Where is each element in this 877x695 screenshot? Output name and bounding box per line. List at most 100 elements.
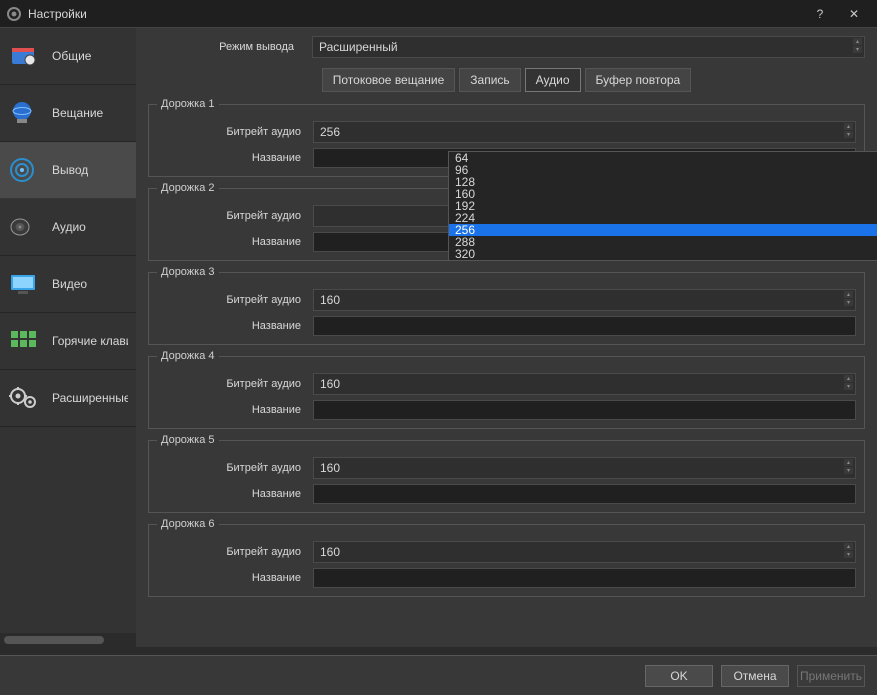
track-legend: Дорожка 5 xyxy=(157,434,219,446)
sidebar-item-label: Общие xyxy=(52,49,91,63)
track-4-bitrate-select[interactable]: 160 ▴▾ xyxy=(313,373,856,395)
bitrate-label: Битрейт аудио xyxy=(157,126,305,138)
output-mode-select[interactable]: Расширенный ▴▾ xyxy=(312,36,865,58)
output-tabs: Потоковое вещаниеЗаписьАудиоБуфер повтор… xyxy=(148,68,865,92)
track-legend: Дорожка 3 xyxy=(157,266,219,278)
track-4-name-input[interactable] xyxy=(313,400,856,420)
sidebar-item-label: Аудио xyxy=(52,220,86,234)
sidebar: Общие Вещание Вывод Аудио Видео Горячие клави… xyxy=(0,28,136,647)
output-mode-value: Расширенный xyxy=(319,40,398,54)
spin-up-icon: ▴ xyxy=(844,459,853,466)
track-legend: Дорожка 4 xyxy=(157,350,219,362)
bitrate-value: 256 xyxy=(320,125,340,139)
spin-up-icon: ▴ xyxy=(844,291,853,298)
bitrate-option[interactable]: 256 xyxy=(449,224,877,236)
bitrate-option[interactable]: 320 xyxy=(449,248,877,260)
spin-up-icon: ▴ xyxy=(844,543,853,550)
track-legend: Дорожка 6 xyxy=(157,518,219,530)
trackname-label: Название xyxy=(157,572,305,584)
spin-down-icon: ▾ xyxy=(844,551,853,558)
advanced-icon xyxy=(8,382,40,414)
track-legend: Дорожка 2 xyxy=(157,182,219,194)
track-5-bitrate-select[interactable]: 160 ▴▾ xyxy=(313,457,856,479)
sidebar-item-advanced[interactable]: Расширенные xyxy=(0,370,136,427)
tab-1[interactable]: Запись xyxy=(459,68,520,92)
bitrate-label: Битрейт аудио xyxy=(157,462,305,474)
scrollbar-thumb[interactable] xyxy=(4,636,104,644)
track-5-group: Дорожка 5 Битрейт аудио 160 ▴▾ Название xyxy=(148,434,865,513)
sidebar-item-label: Вывод xyxy=(52,163,88,177)
bitrate-label: Битрейт аудио xyxy=(157,210,305,222)
sidebar-item-audio[interactable]: Аудио xyxy=(0,199,136,256)
output-mode-label: Режим вывода xyxy=(148,41,304,53)
track-1-bitrate-select[interactable]: 256 ▴▾ xyxy=(313,121,856,143)
spin-down-icon: ▾ xyxy=(844,467,853,474)
spin-up-icon: ▴ xyxy=(844,123,853,130)
apply-button[interactable]: Применить xyxy=(797,665,865,687)
hotkeys-icon xyxy=(8,325,40,357)
sidebar-item-stream[interactable]: Вещание xyxy=(0,85,136,142)
tab-3[interactable]: Буфер повтора xyxy=(585,68,692,92)
window-title: Настройки xyxy=(28,7,87,21)
track-6-name-input[interactable] xyxy=(313,568,856,588)
track-6-group: Дорожка 6 Битрейт аудио 160 ▴▾ Название xyxy=(148,518,865,597)
tab-0[interactable]: Потоковое вещание xyxy=(322,68,456,92)
bitrate-dropdown[interactable]: 6496128160192224256288320 xyxy=(448,151,877,261)
dialog-buttonbar: OK Отмена Применить xyxy=(0,655,877,695)
track-6-bitrate-select[interactable]: 160 ▴▾ xyxy=(313,541,856,563)
track-5-name-input[interactable] xyxy=(313,484,856,504)
trackname-label: Название xyxy=(157,488,305,500)
video-icon xyxy=(8,268,40,300)
trackname-label: Название xyxy=(157,320,305,332)
cancel-button[interactable]: Отмена xyxy=(721,665,789,687)
sidebar-item-label: Видео xyxy=(52,277,87,291)
track-3-name-input[interactable] xyxy=(313,316,856,336)
bitrate-label: Битрейт аудио xyxy=(157,378,305,390)
bitrate-value: 160 xyxy=(320,461,340,475)
sidebar-item-hotkeys[interactable]: Горячие клавиши xyxy=(0,313,136,370)
spin-up-icon: ▴ xyxy=(853,38,862,45)
ok-button[interactable]: OK xyxy=(645,665,713,687)
main-panel: Режим вывода Расширенный ▴▾ Потоковое ве… xyxy=(136,28,877,647)
spin-down-icon: ▾ xyxy=(844,383,853,390)
bitrate-option[interactable]: 288 xyxy=(449,236,877,248)
bitrate-value: 160 xyxy=(320,545,340,559)
sidebar-item-label: Расширенные xyxy=(52,391,128,405)
track-3-group: Дорожка 3 Битрейт аудио 160 ▴▾ Название xyxy=(148,266,865,345)
spin-down-icon: ▾ xyxy=(853,46,862,53)
trackname-label: Название xyxy=(157,236,305,248)
track-3-bitrate-select[interactable]: 160 ▴▾ xyxy=(313,289,856,311)
bitrate-option[interactable]: 224 xyxy=(449,212,877,224)
sidebar-item-output[interactable]: Вывод xyxy=(0,142,136,199)
bitrate-option[interactable]: 160 xyxy=(449,188,877,200)
app-icon xyxy=(6,6,22,22)
track-4-group: Дорожка 4 Битрейт аудио 160 ▴▾ Название xyxy=(148,350,865,429)
bitrate-option[interactable]: 96 xyxy=(449,164,877,176)
trackname-label: Название xyxy=(157,404,305,416)
sidebar-item-general[interactable]: Общие xyxy=(0,28,136,85)
general-icon xyxy=(8,40,40,72)
audio-icon xyxy=(8,211,40,243)
bitrate-option[interactable]: 192 xyxy=(449,200,877,212)
sidebar-item-label: Горячие клавиши xyxy=(52,334,128,348)
sidebar-item-video[interactable]: Видео xyxy=(0,256,136,313)
tab-2[interactable]: Аудио xyxy=(525,68,581,92)
bitrate-value: 160 xyxy=(320,293,340,307)
bitrate-label: Битрейт аудио xyxy=(157,546,305,558)
bitrate-value: 160 xyxy=(320,377,340,391)
trackname-label: Название xyxy=(157,152,305,164)
close-button[interactable]: ✕ xyxy=(837,0,871,27)
spin-up-icon: ▴ xyxy=(844,375,853,382)
stream-icon xyxy=(8,97,40,129)
bitrate-option[interactable]: 128 xyxy=(449,176,877,188)
sidebar-item-label: Вещание xyxy=(52,106,103,120)
sidebar-scrollbar[interactable] xyxy=(0,633,136,647)
spin-down-icon: ▾ xyxy=(844,299,853,306)
output-icon xyxy=(8,154,40,186)
bitrate-option[interactable]: 64 xyxy=(449,152,877,164)
spin-down-icon: ▾ xyxy=(844,131,853,138)
help-button[interactable]: ? xyxy=(803,0,837,27)
track-legend: Дорожка 1 xyxy=(157,98,219,110)
bitrate-label: Битрейт аудио xyxy=(157,294,305,306)
titlebar: Настройки ? ✕ xyxy=(0,0,877,28)
